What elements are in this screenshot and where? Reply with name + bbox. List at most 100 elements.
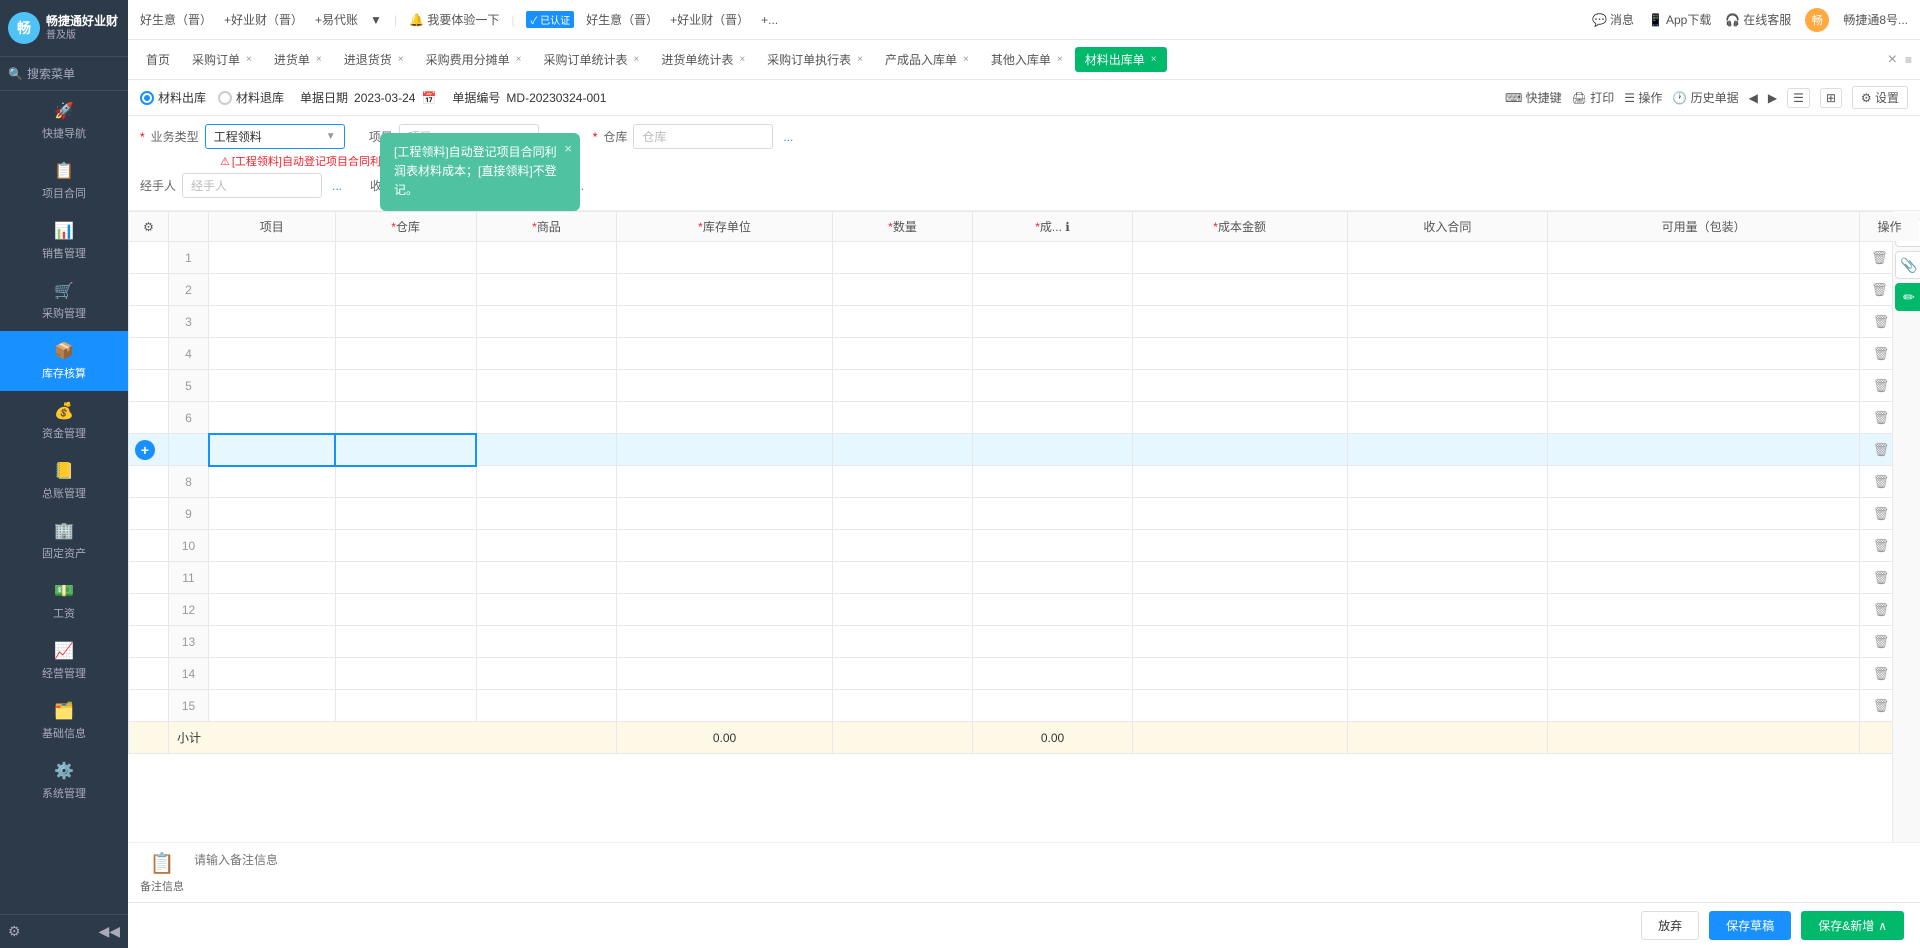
- tab-receive[interactable]: 进货单×: [264, 47, 332, 72]
- delete-row-9[interactable]: 🗑: [1870, 506, 1893, 521]
- tab-close-expense[interactable]: ×: [516, 54, 522, 65]
- row-project-1[interactable]: [209, 242, 336, 274]
- tab-close-receive-stats[interactable]: ×: [739, 54, 745, 65]
- handler-ellipsis-btn[interactable]: ...: [328, 179, 346, 193]
- row-income-2[interactable]: [1347, 274, 1548, 306]
- sidebar-item-payroll[interactable]: 💵 工资: [0, 571, 128, 631]
- tab-close-purchase-order[interactable]: ×: [246, 54, 252, 65]
- row-goods-1[interactable]: [476, 242, 617, 274]
- topbar-link-1[interactable]: 好生意（晋）: [140, 11, 212, 28]
- notes-input[interactable]: [194, 851, 1908, 891]
- tab-close-other-in[interactable]: ×: [1057, 54, 1063, 65]
- prev-btn[interactable]: ◀: [1749, 91, 1758, 105]
- shortcut-btn[interactable]: ⌨ 快捷键: [1505, 89, 1562, 106]
- row-unit-2[interactable]: [617, 274, 832, 306]
- delete-row-2[interactable]: 🗑: [1868, 282, 1891, 297]
- delete-row-12[interactable]: 🗑: [1870, 602, 1893, 617]
- topbar-experience-link[interactable]: 🔔 我要体验一下: [409, 11, 499, 28]
- topbar-more[interactable]: +...: [761, 13, 778, 27]
- row-goods-2[interactable]: [476, 274, 617, 306]
- delete-row-3[interactable]: 🗑: [1870, 314, 1893, 329]
- operation-btn[interactable]: ☰ 操作: [1624, 89, 1662, 106]
- delete-row-15[interactable]: 🗑: [1870, 698, 1893, 713]
- sidebar-item-quick-nav[interactable]: 🚀 快捷导航: [0, 91, 128, 151]
- delete-row-6[interactable]: 🗑: [1870, 410, 1893, 425]
- business-type-input[interactable]: 工程领料 ▼: [205, 124, 345, 149]
- tab-po-exec[interactable]: 采购订单执行表×: [757, 47, 873, 72]
- radio-material-return[interactable]: 材料退库: [218, 89, 284, 106]
- delete-row-8[interactable]: 🗑: [1870, 474, 1893, 489]
- tab-close-po-exec[interactable]: ×: [857, 54, 863, 65]
- tab-close-all-btn[interactable]: ×: [1888, 51, 1897, 69]
- settings-footer-btn[interactable]: ⚙: [8, 923, 21, 940]
- sidebar-item-project[interactable]: 📋 项目合同: [0, 151, 128, 211]
- row-warehouse-1[interactable]: [335, 242, 476, 274]
- sidebar-item-basic[interactable]: 🗂️ 基础信息: [0, 691, 128, 751]
- tab-other-in[interactable]: 其他入库单×: [981, 47, 1073, 72]
- row-cost-price-1[interactable]: [973, 242, 1132, 274]
- delete-row-14[interactable]: 🗑: [1870, 666, 1893, 681]
- add-row-btn[interactable]: +: [135, 440, 155, 460]
- tab-expense[interactable]: 采购费用分摊单×: [416, 47, 532, 72]
- tab-close-material-out[interactable]: ×: [1151, 54, 1157, 65]
- list-view-btn[interactable]: ☰: [1787, 88, 1810, 108]
- row-quantity-2[interactable]: [832, 274, 973, 306]
- topbar-good-biz[interactable]: 好生意（晋）: [586, 11, 658, 28]
- sidebar-item-operations[interactable]: 📈 经营管理: [0, 631, 128, 691]
- delete-row-7[interactable]: 🗑: [1870, 442, 1893, 457]
- row-cost-amount-1[interactable]: [1132, 242, 1347, 274]
- col-settings[interactable]: ⚙: [129, 212, 169, 242]
- row-cost-price-2[interactable]: [973, 274, 1132, 306]
- online-service-btn[interactable]: 🎧 在线客服: [1725, 11, 1791, 28]
- sidebar-item-system[interactable]: ⚙️ 系统管理: [0, 751, 128, 811]
- sidebar-item-purchase[interactable]: 🛒 采购管理: [0, 271, 128, 331]
- warehouse-ellipsis-btn[interactable]: ...: [779, 130, 797, 144]
- row-available-2[interactable]: [1548, 274, 1860, 306]
- print-btn[interactable]: 🖨 打印: [1572, 89, 1615, 106]
- delete-row-11[interactable]: 🗑: [1870, 570, 1893, 585]
- topbar-link-2[interactable]: +好业财（晋）: [224, 11, 303, 28]
- settings-btn[interactable]: ⚙ 设置: [1852, 86, 1908, 109]
- collapse-footer-btn[interactable]: ◀◀: [98, 923, 120, 940]
- calendar-icon[interactable]: 📅: [421, 91, 436, 105]
- radio-material-out[interactable]: 材料出库: [140, 89, 206, 106]
- tab-close-receive[interactable]: ×: [316, 54, 322, 65]
- topbar-link-3[interactable]: +易代账: [315, 11, 358, 28]
- row-warehouse-2[interactable]: [335, 274, 476, 306]
- tab-purchase-order[interactable]: 采购订单×: [182, 47, 262, 72]
- user-avatar[interactable]: 畅: [1805, 8, 1829, 32]
- tab-close-finished-in[interactable]: ×: [963, 54, 969, 65]
- sidebar-item-funds[interactable]: 💰 资金管理: [0, 391, 128, 451]
- username-btn[interactable]: 畅捷通8号...: [1843, 11, 1908, 28]
- sidebar-item-sales[interactable]: 📊 销售管理: [0, 211, 128, 271]
- tab-return[interactable]: 进退货货×: [334, 47, 414, 72]
- delete-row-10[interactable]: 🗑: [1870, 538, 1893, 553]
- form-view-btn[interactable]: ⊞: [1820, 88, 1842, 108]
- history-btn[interactable]: 🕐 历史单据: [1672, 89, 1738, 106]
- tab-close-po-stats[interactable]: ×: [633, 54, 639, 65]
- tab-list-btn[interactable]: ≡: [1905, 53, 1912, 67]
- delete-row-1[interactable]: 🗑: [1868, 250, 1891, 265]
- next-btn[interactable]: ▶: [1768, 91, 1777, 105]
- sidebar-item-inventory[interactable]: 📦 库存核算: [0, 331, 128, 391]
- topbar-certified[interactable]: ✓ 已认证: [526, 11, 574, 28]
- sidebar-item-assets[interactable]: 🏢 固定资产: [0, 511, 128, 571]
- right-float-btn-2[interactable]: 📎: [1895, 251, 1920, 279]
- save-draft-button[interactable]: 保存草稿: [1709, 911, 1791, 940]
- delete-row-4[interactable]: 🗑: [1870, 346, 1893, 361]
- tab-po-stats[interactable]: 采购订单统计表×: [533, 47, 649, 72]
- sidebar-search[interactable]: 🔍 搜索菜单: [0, 57, 128, 91]
- tab-home[interactable]: 首页: [136, 47, 180, 72]
- tab-close-return[interactable]: ×: [398, 54, 404, 65]
- row-unit-1[interactable]: [617, 242, 832, 274]
- row-quantity-1[interactable]: [832, 242, 973, 274]
- discard-button[interactable]: 放弃: [1641, 911, 1699, 940]
- delete-row-5[interactable]: 🗑: [1870, 378, 1893, 393]
- sidebar-item-accounting[interactable]: 📒 总账管理: [0, 451, 128, 511]
- row-cost-amount-2[interactable]: [1132, 274, 1347, 306]
- tab-material-out[interactable]: 材料出库单×: [1075, 47, 1167, 72]
- topbar-good-finance[interactable]: +好业财（晋）: [670, 11, 749, 28]
- warehouse-input[interactable]: 仓库: [633, 124, 773, 149]
- row-available-1[interactable]: [1548, 242, 1860, 274]
- app-download-btn[interactable]: 📱 App下载: [1648, 11, 1711, 28]
